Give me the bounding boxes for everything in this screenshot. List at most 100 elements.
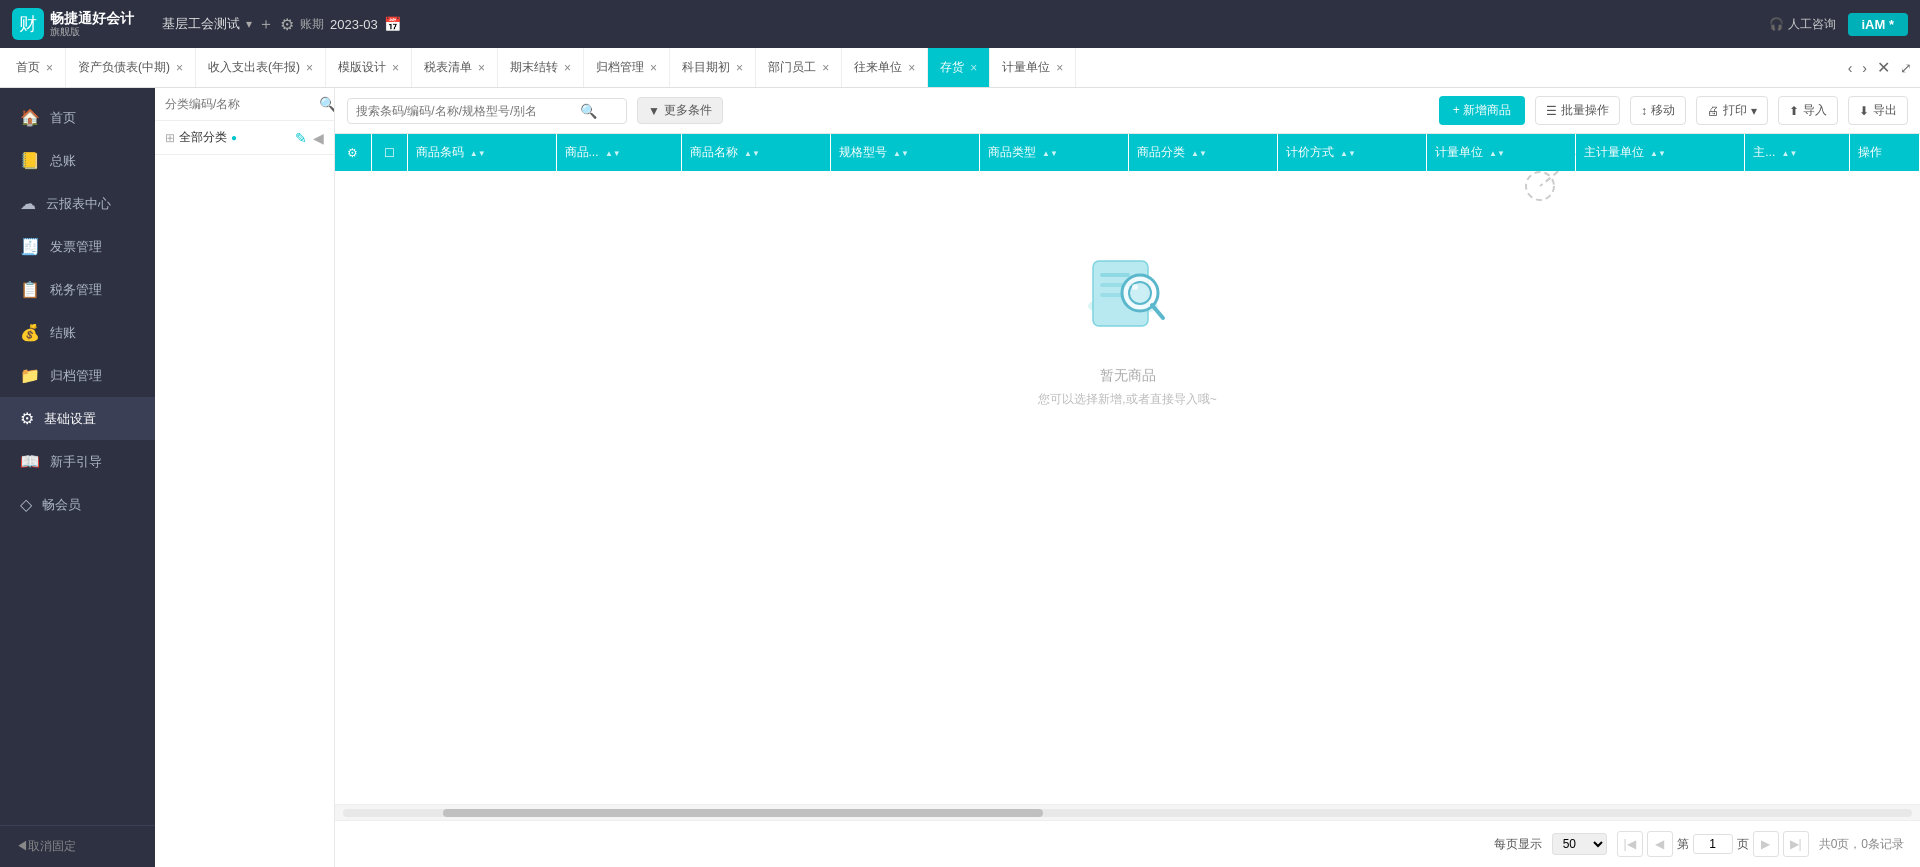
th-barcode[interactable]: 商品条码 ▲▼ (407, 134, 556, 171)
th-name-sort[interactable]: ▲▼ (744, 150, 760, 158)
tab-unit-close[interactable]: × (1056, 61, 1063, 75)
tab-archive[interactable]: 归档管理 × (584, 48, 670, 87)
tab-archive-close[interactable]: × (650, 61, 657, 75)
tab-tax-list[interactable]: 税表清单 × (412, 48, 498, 87)
add-company-icon[interactable]: ＋ (258, 14, 274, 35)
tab-unit[interactable]: 计量单位 × (990, 48, 1076, 87)
sidebar-item-member[interactable]: ◇ 畅会员 (0, 483, 155, 526)
tab-contact-close[interactable]: × (908, 61, 915, 75)
product-search-icon[interactable]: 🔍 (580, 103, 597, 119)
period-value[interactable]: 2023-03 (330, 17, 378, 32)
sidebar-item-tax[interactable]: 📋 税务管理 (0, 268, 155, 311)
th-settings[interactable]: ⚙ (335, 134, 371, 171)
th-unit[interactable]: 计量单位 ▲▼ (1426, 134, 1575, 171)
tab-close-all-btn[interactable]: ✕ (1873, 54, 1894, 81)
tab-inventory-close[interactable]: × (970, 61, 977, 75)
inner-layout: 🔍 ⊞ 全部分类 ● ✎ ◀ (155, 88, 1920, 867)
prev-page-btn[interactable]: ◀ (1647, 831, 1673, 857)
account-button[interactable]: iAM * (1848, 13, 1909, 36)
tab-department-close[interactable]: × (822, 61, 829, 75)
th-price-method[interactable]: 计价方式 ▲▼ (1277, 134, 1426, 171)
sidebar-checkout-label: 结账 (50, 324, 76, 342)
th-price-method-label: 计价方式 (1286, 145, 1334, 159)
th-spec[interactable]: 规格型号 ▲▼ (830, 134, 979, 171)
company-setting-icon[interactable]: ⚙ (280, 15, 294, 34)
sidebar-item-home[interactable]: 🏠 首页 (0, 96, 155, 139)
th-type-label: 商品类型 (988, 145, 1036, 159)
category-search-input[interactable] (165, 97, 315, 111)
tab-income-statement-close[interactable]: × (306, 61, 313, 75)
th-extra[interactable]: 主... ▲▼ (1745, 134, 1850, 171)
tab-template-close[interactable]: × (392, 61, 399, 75)
help-button[interactable]: 🎧 人工咨询 (1769, 16, 1836, 33)
tab-subject-initial-close[interactable]: × (736, 61, 743, 75)
tab-balance-sheet-close[interactable]: × (176, 61, 183, 75)
sidebar-item-checkout[interactable]: 💰 结账 (0, 311, 155, 354)
th-code[interactable]: 商品... ▲▼ (556, 134, 681, 171)
sidebar-unpin[interactable]: ◀取消固定 (0, 825, 155, 867)
tab-expand-btn[interactable]: ⤢ (1896, 56, 1916, 80)
add-product-button[interactable]: + 新增商品 (1439, 96, 1525, 125)
import-button[interactable]: ⬆ 导入 (1778, 96, 1838, 125)
tab-income-statement[interactable]: 收入支出表(年报) × (196, 48, 326, 87)
calendar-icon[interactable]: 📅 (384, 16, 401, 32)
th-code-sort[interactable]: ▲▼ (605, 150, 621, 158)
svg-point-10 (1132, 284, 1138, 290)
tab-balance-sheet[interactable]: 资产负债表(中期) × (66, 48, 196, 87)
export-button[interactable]: ⬇ 导出 (1848, 96, 1908, 125)
th-main-unit-sort[interactable]: ▲▼ (1650, 150, 1666, 158)
category-collapse-icon[interactable]: ◀ (313, 130, 324, 146)
th-category-sort[interactable]: ▲▼ (1191, 150, 1207, 158)
tab-period-transfer[interactable]: 期末结转 × (498, 48, 584, 87)
tab-tax-list-close[interactable]: × (478, 61, 485, 75)
category-search-icon[interactable]: 🔍 (319, 96, 335, 112)
th-unit-sort[interactable]: ▲▼ (1489, 150, 1505, 158)
th-type-sort[interactable]: ▲▼ (1042, 150, 1058, 158)
th-checkbox[interactable]: ☐ (371, 134, 407, 171)
tab-inventory[interactable]: 存货 × (928, 48, 990, 87)
th-barcode-sort[interactable]: ▲▼ (470, 150, 486, 158)
sidebar-item-report[interactable]: ☁ 云报表中心 (0, 182, 155, 225)
tab-period-transfer-close[interactable]: × (564, 61, 571, 75)
th-category[interactable]: 商品分类 ▲▼ (1128, 134, 1277, 171)
company-name[interactable]: 基层工会测试 (162, 15, 240, 33)
tab-template-design[interactable]: 模版设计 × (326, 48, 412, 87)
tab-subject-initial[interactable]: 科目期初 × (670, 48, 756, 87)
th-name[interactable]: 商品名称 ▲▼ (681, 134, 830, 171)
th-spec-sort[interactable]: ▲▼ (893, 150, 909, 158)
tab-prev-btn[interactable]: ‹ (1844, 56, 1857, 80)
tab-next-btn[interactable]: › (1858, 56, 1871, 80)
sidebar-item-archive[interactable]: 📁 归档管理 (0, 354, 155, 397)
sidebar-guide-label: 新手引导 (50, 453, 102, 471)
report-icon: ☁ (20, 194, 36, 213)
print-button[interactable]: 🖨 打印 ▾ (1696, 96, 1768, 125)
sidebar-item-settings[interactable]: ⚙ 基础设置 (0, 397, 155, 440)
company-dropdown-icon[interactable]: ▾ (246, 17, 252, 31)
more-filter-button[interactable]: ▼ 更多条件 (637, 97, 723, 124)
th-main-unit[interactable]: 主计量单位 ▲▼ (1575, 134, 1745, 171)
batch-operation-button[interactable]: ☰ 批量操作 (1535, 96, 1620, 125)
tab-home[interactable]: 首页 × (4, 48, 66, 87)
product-search-input[interactable] (356, 104, 576, 118)
all-category-label[interactable]: 全部分类 (179, 129, 227, 146)
sidebar-item-ledger[interactable]: 📒 总账 (0, 139, 155, 182)
th-extra-sort[interactable]: ▲▼ (1782, 150, 1798, 158)
per-page-select[interactable]: 50 10 20 100 (1552, 833, 1607, 855)
category-edit-icon[interactable]: ✎ (295, 130, 307, 146)
sidebar-item-guide[interactable]: 📖 新手引导 (0, 440, 155, 483)
page-number-input[interactable] (1693, 834, 1733, 854)
sidebar-item-invoice[interactable]: 🧾 发票管理 (0, 225, 155, 268)
last-page-btn[interactable]: ▶| (1783, 831, 1809, 857)
tab-home-label: 首页 (16, 59, 40, 76)
move-button[interactable]: ↕ 移动 (1630, 96, 1686, 125)
tab-home-close[interactable]: × (46, 61, 53, 75)
horizontal-scrollbar[interactable] (335, 804, 1920, 820)
first-page-btn[interactable]: |◀ (1617, 831, 1643, 857)
tab-bar: 首页 × 资产负债表(中期) × 收入支出表(年报) × 模版设计 × 税表清单… (0, 48, 1920, 88)
tab-contact[interactable]: 往来单位 × (842, 48, 928, 87)
th-price-method-sort[interactable]: ▲▼ (1340, 150, 1356, 158)
tab-department[interactable]: 部门员工 × (756, 48, 842, 87)
scroll-thumb[interactable] (443, 809, 1043, 817)
next-page-btn[interactable]: ▶ (1753, 831, 1779, 857)
th-type[interactable]: 商品类型 ▲▼ (979, 134, 1128, 171)
